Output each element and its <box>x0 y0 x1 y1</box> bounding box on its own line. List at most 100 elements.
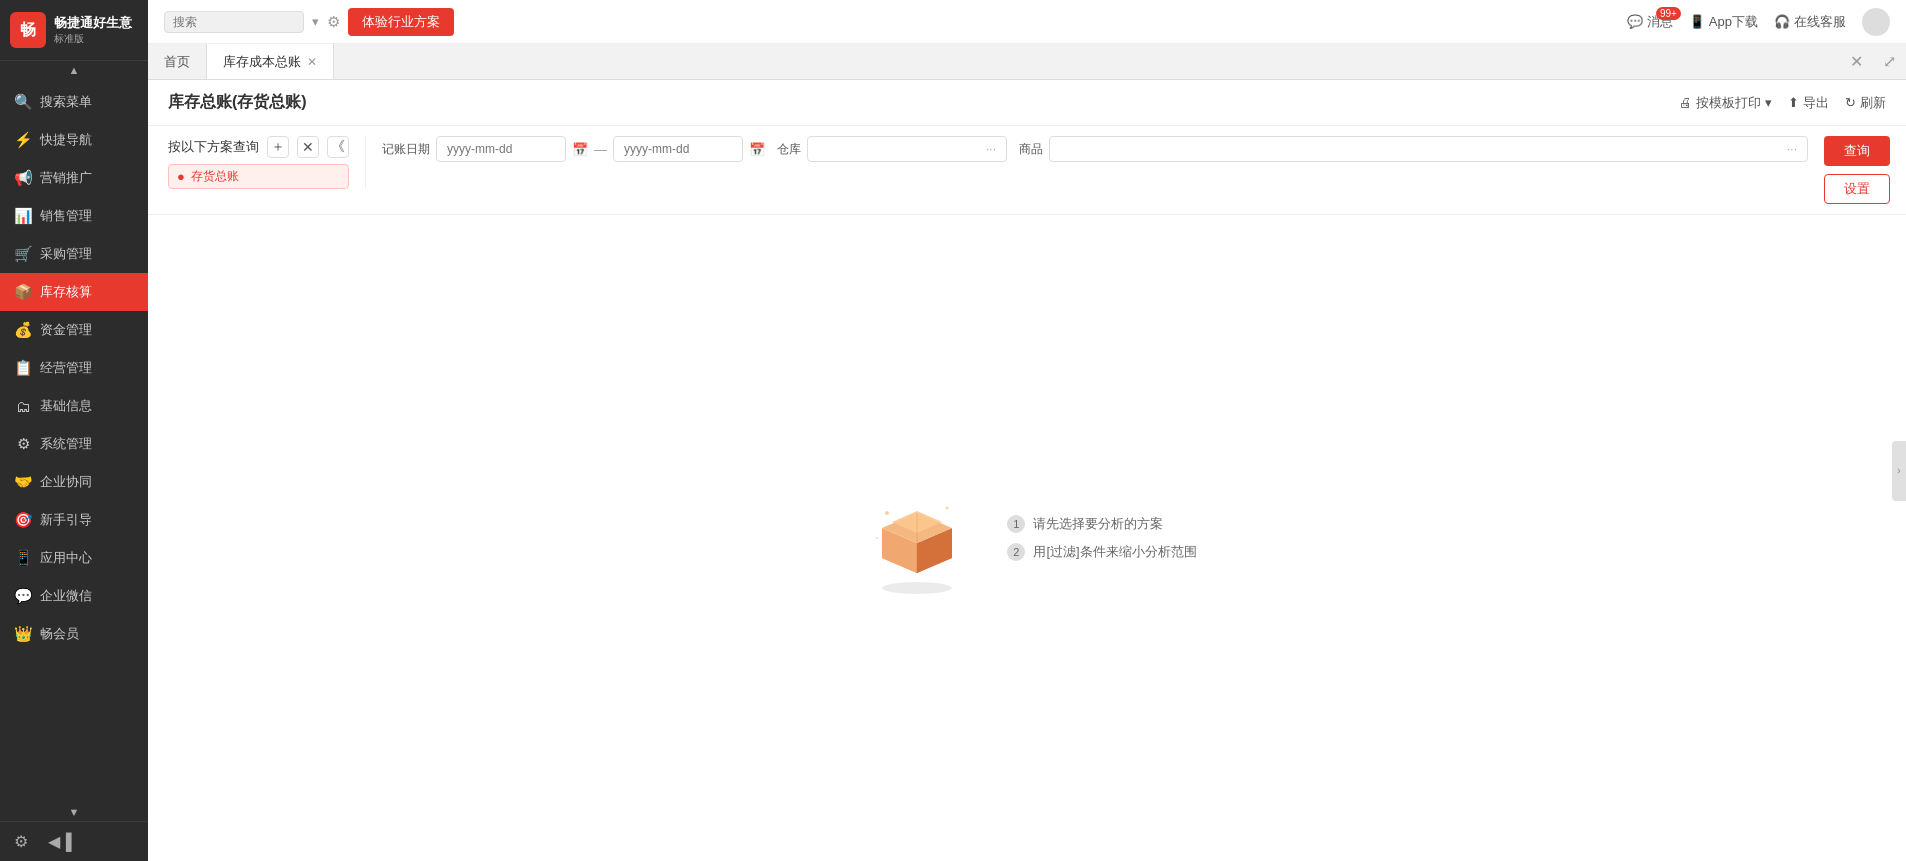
member-icon: 👑 <box>14 625 32 643</box>
enterprise-icon: 🤝 <box>14 473 32 491</box>
page-title: 库存总账(存货总账) <box>168 92 307 113</box>
sidebar-item-sales[interactable]: 📊 销售管理 <box>0 197 148 235</box>
sidebar-item-label-marketing: 营销推广 <box>40 169 92 187</box>
tabs-bar: 首页 库存成本总账 ✕ ✕ ⤢ <box>148 44 1906 80</box>
settings-gear-icon[interactable]: ⚙ <box>327 13 340 31</box>
message-action[interactable]: 💬 消息 99+ <box>1627 13 1673 31</box>
search-icon: 🔍 <box>14 93 32 111</box>
sidebar-item-member[interactable]: 👑 畅会员 <box>0 615 148 653</box>
filter-area: 按以下方案查询 ＋ ✕ 《 ● 存货总账 记账日期 <box>148 126 1906 215</box>
sidebar-item-label-system: 系统管理 <box>40 435 92 453</box>
collapse-icon[interactable]: ◀▐ <box>48 832 71 851</box>
sidebar-item-system[interactable]: ⚙ 系统管理 <box>0 425 148 463</box>
settings-btn[interactable]: 设置 <box>1824 174 1890 204</box>
sidebar-item-newbie[interactable]: 🎯 新手引导 <box>0 501 148 539</box>
sidebar-item-label-member: 畅会员 <box>40 625 79 643</box>
sidebar-item-inventory[interactable]: 📦 库存核算 <box>0 273 148 311</box>
system-icon: ⚙ <box>14 435 32 453</box>
sidebar-item-label-finance: 资金管理 <box>40 321 92 339</box>
phone-icon: 📱 <box>1689 14 1705 29</box>
sidebar-item-wechat[interactable]: 💬 企业微信 <box>0 577 148 615</box>
app-logo: 畅 畅捷通好生意 标准版 <box>0 0 148 61</box>
tab-home[interactable]: 首页 <box>148 44 207 79</box>
date-label: 记账日期 <box>382 141 430 158</box>
date-separator: — <box>594 142 607 157</box>
remove-scheme-btn[interactable]: ✕ <box>297 136 319 158</box>
sidebar-item-label-enterprise: 企业协同 <box>40 473 92 491</box>
sidebar-item-label-purchase: 采购管理 <box>40 245 92 263</box>
settings-icon[interactable]: ⚙ <box>14 832 28 851</box>
message-badge: 99+ <box>1656 7 1681 20</box>
query-btn[interactable]: 查询 <box>1824 136 1890 166</box>
warehouse-select[interactable]: ··· <box>807 136 1007 162</box>
hint-2-num: 2 <box>1007 543 1025 561</box>
product-select[interactable]: ··· <box>1049 136 1808 162</box>
scroll-up[interactable]: ▲ <box>0 61 148 79</box>
sidebar-item-purchase[interactable]: 🛒 采购管理 <box>0 235 148 273</box>
svg-point-7 <box>885 511 889 515</box>
calendar-start-icon[interactable]: 📅 <box>572 142 588 157</box>
message-icon: 💬 <box>1627 14 1643 29</box>
refresh-btn[interactable]: ↻ 刷新 <box>1845 94 1886 112</box>
calendar-end-icon[interactable]: 📅 <box>749 142 765 157</box>
add-scheme-btn[interactable]: ＋ <box>267 136 289 158</box>
empty-text: 1 请先选择要分析的方案 2 用[过滤]条件来缩小分析范围 <box>1007 515 1196 561</box>
scroll-down[interactable]: ▼ <box>0 803 148 821</box>
empty-svg <box>857 483 977 603</box>
scheme-item[interactable]: ● 存货总账 <box>168 164 349 189</box>
sidebar-item-label-newbie: 新手引导 <box>40 511 92 529</box>
app-download-action[interactable]: 📱 App下载 <box>1689 13 1758 31</box>
sidebar-item-shortcut[interactable]: ⚡ 快捷导航 <box>0 121 148 159</box>
print-dropdown-icon[interactable]: ▾ <box>1765 95 1772 110</box>
expand-panel-btn[interactable]: ⤢ <box>1873 52 1906 71</box>
shortcut-icon: ⚡ <box>14 131 32 149</box>
filter-scheme-header: 按以下方案查询 ＋ ✕ 《 <box>168 136 349 158</box>
sidebar-item-finance[interactable]: 💰 资金管理 <box>0 311 148 349</box>
empty-state: 1 请先选择要分析的方案 2 用[过滤]条件来缩小分析范围 <box>148 215 1906 861</box>
operation-icon: 📋 <box>14 359 32 377</box>
sidebar-item-label-wechat: 企业微信 <box>40 587 92 605</box>
print-btn[interactable]: 🖨 按模板打印 ▾ <box>1679 94 1772 112</box>
main-area: ▾ ⚙ 体验行业方案 💬 消息 99+ 📱 App下载 🎧 在线客服 首页 <box>148 0 1906 861</box>
sidebar-item-search[interactable]: 🔍 搜索菜单 <box>0 83 148 121</box>
print-icon: 🖨 <box>1679 95 1692 110</box>
close-panel-btn[interactable]: ✕ <box>1840 52 1873 71</box>
tab-close-icon[interactable]: ✕ <box>307 55 317 69</box>
marketing-icon: 📢 <box>14 169 32 187</box>
sidebar-item-label-basic: 基础信息 <box>40 397 92 415</box>
tab-inventory-ledger[interactable]: 库存成本总账 ✕ <box>207 44 334 79</box>
hint-1: 1 请先选择要分析的方案 <box>1007 515 1196 533</box>
logo-text: 畅捷通好生意 标准版 <box>54 14 132 46</box>
online-service-action[interactable]: 🎧 在线客服 <box>1774 13 1846 31</box>
right-panel-toggle[interactable]: › <box>1892 441 1906 501</box>
page-content: 库存总账(存货总账) 🖨 按模板打印 ▾ ⬆ 导出 ↻ 刷新 <box>148 80 1906 861</box>
product-field-group: 商品 ··· <box>1019 136 1808 162</box>
date-range-input: 📅 — 📅 <box>436 136 765 162</box>
inventory-icon: 📦 <box>14 283 32 301</box>
sidebar-item-apps[interactable]: 📱 应用中心 <box>0 539 148 577</box>
svg-point-9 <box>876 537 878 539</box>
date-field-group: 记账日期 📅 — 📅 <box>382 136 765 162</box>
sidebar-item-marketing[interactable]: 📢 营销推广 <box>0 159 148 197</box>
sidebar-item-enterprise[interactable]: 🤝 企业协同 <box>0 463 148 501</box>
svg-point-0 <box>882 582 952 594</box>
date-start-input[interactable] <box>436 136 566 162</box>
date-end-input[interactable] <box>613 136 743 162</box>
wechat-icon: 💬 <box>14 587 32 605</box>
sidebar-item-basic[interactable]: 🗂 基础信息 <box>0 387 148 425</box>
sidebar-item-label-apps: 应用中心 <box>40 549 92 567</box>
topbar-right: 💬 消息 99+ 📱 App下载 🎧 在线客服 <box>1627 8 1890 36</box>
collapse-scheme-btn[interactable]: 《 <box>327 136 349 158</box>
warehouse-label: 仓库 <box>777 141 801 158</box>
topbar-left: ▾ ⚙ 体验行业方案 <box>164 8 1617 36</box>
export-btn[interactable]: ⬆ 导出 <box>1788 94 1829 112</box>
sidebar-item-operation[interactable]: 📋 经营管理 <box>0 349 148 387</box>
search-input[interactable] <box>164 11 304 33</box>
sidebar-item-label-operation: 经营管理 <box>40 359 92 377</box>
user-avatar[interactable] <box>1862 8 1890 36</box>
sales-icon: 📊 <box>14 207 32 225</box>
scheme-icon: ● <box>177 169 185 184</box>
sidebar-item-label-shortcut: 快捷导航 <box>40 131 92 149</box>
industry-btn[interactable]: 体验行业方案 <box>348 8 454 36</box>
dropdown-icon[interactable]: ▾ <box>312 14 319 29</box>
